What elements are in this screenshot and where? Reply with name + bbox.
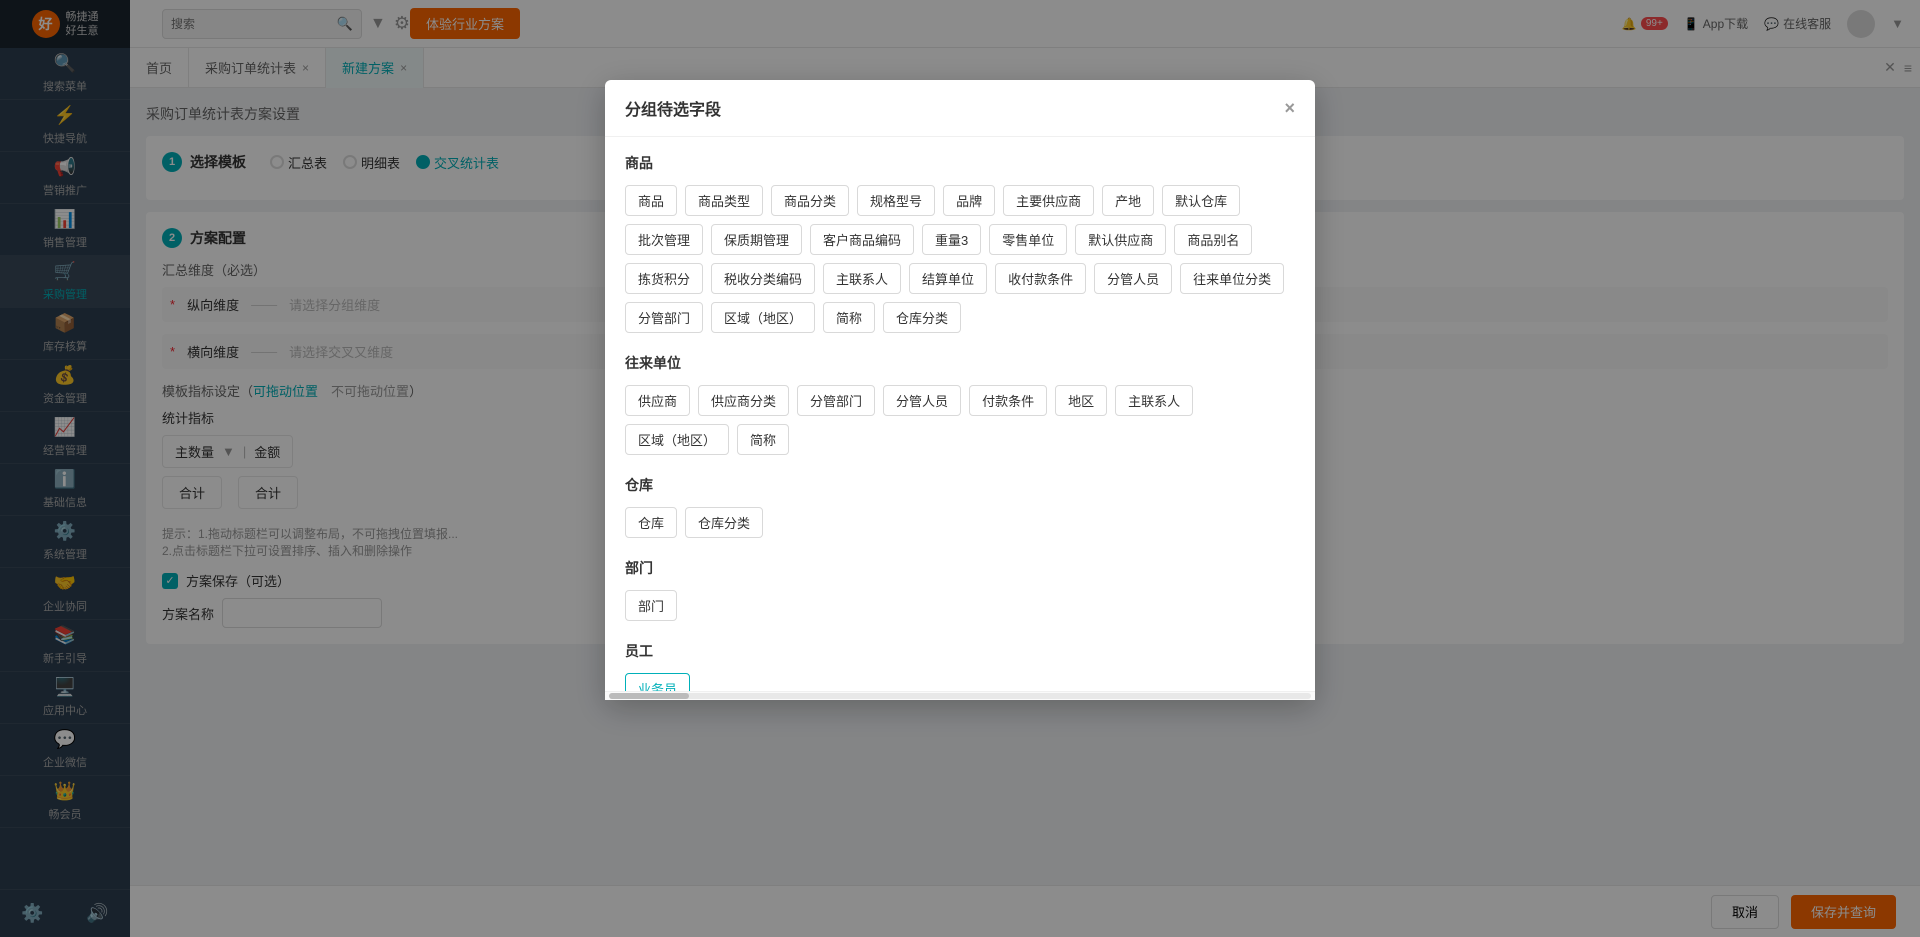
field-tag[interactable]: 简称 bbox=[823, 302, 875, 333]
field-tag[interactable]: 部门 bbox=[625, 590, 677, 621]
field-tag[interactable]: 供应商 bbox=[625, 385, 690, 416]
section-product-title: 商品 bbox=[625, 153, 1295, 173]
field-tag[interactable]: 重量3 bbox=[922, 224, 981, 255]
modal-close-icon[interactable]: × bbox=[1284, 98, 1295, 119]
department-field-grid: 部门 bbox=[625, 590, 1295, 621]
section-staff-title: 员工 bbox=[625, 641, 1295, 661]
field-tag[interactable]: 保质期管理 bbox=[711, 224, 802, 255]
section-department-title: 部门 bbox=[625, 558, 1295, 578]
field-tag[interactable]: 商品分类 bbox=[771, 185, 849, 216]
section-product: 商品 商品 商品类型 商品分类 规格型号 品牌 主要供应商 产地 默认仓库 批次… bbox=[625, 153, 1295, 333]
section-partner-title: 往来单位 bbox=[625, 353, 1295, 373]
field-tag[interactable]: 产地 bbox=[1102, 185, 1154, 216]
scrollbar-thumb[interactable] bbox=[609, 693, 689, 699]
field-tag[interactable]: 税收分类编码 bbox=[711, 263, 815, 294]
field-tag[interactable]: 商品 bbox=[625, 185, 677, 216]
field-tag[interactable]: 分管人员 bbox=[883, 385, 961, 416]
product-field-grid: 商品 商品类型 商品分类 规格型号 品牌 主要供应商 产地 默认仓库 批次管理 … bbox=[625, 185, 1295, 333]
field-tag[interactable]: 分管部门 bbox=[797, 385, 875, 416]
field-tag[interactable]: 商品别名 bbox=[1174, 224, 1252, 255]
modal-body[interactable]: 商品 商品 商品类型 商品分类 规格型号 品牌 主要供应商 产地 默认仓库 批次… bbox=[605, 137, 1315, 691]
field-tag[interactable]: 默认供应商 bbox=[1075, 224, 1166, 255]
modal-header: 分组待选字段 × bbox=[605, 80, 1315, 137]
section-staff: 员工 业务员 bbox=[625, 641, 1295, 691]
field-tag[interactable]: 品牌 bbox=[943, 185, 995, 216]
field-tag[interactable]: 主要供应商 bbox=[1003, 185, 1094, 216]
section-partner: 往来单位 供应商 供应商分类 分管部门 分管人员 付款条件 地区 主联系人 区域… bbox=[625, 353, 1295, 455]
modal-dialog: 分组待选字段 × 商品 商品 商品类型 商品分类 规格型号 品牌 主要供应商 产… bbox=[605, 80, 1315, 700]
field-tag[interactable]: 仓库分类 bbox=[685, 507, 763, 538]
warehouse-field-grid: 仓库 仓库分类 bbox=[625, 507, 1295, 538]
field-tag[interactable]: 分管人员 bbox=[1094, 263, 1172, 294]
field-tag[interactable]: 区域（地区） bbox=[625, 424, 729, 455]
modal-bottom-scrollbar[interactable] bbox=[605, 691, 1315, 700]
partner-field-grid: 供应商 供应商分类 分管部门 分管人员 付款条件 地区 主联系人 区域（地区） … bbox=[625, 385, 1295, 455]
field-tag[interactable]: 拣货积分 bbox=[625, 263, 703, 294]
field-tag-staff[interactable]: 业务员 bbox=[625, 673, 690, 691]
modal-title: 分组待选字段 bbox=[625, 96, 721, 120]
field-tag[interactable]: 仓库 bbox=[625, 507, 677, 538]
field-tag[interactable]: 往来单位分类 bbox=[1180, 263, 1284, 294]
field-tag[interactable]: 默认仓库 bbox=[1162, 185, 1240, 216]
field-tag[interactable]: 客户商品编码 bbox=[810, 224, 914, 255]
field-tag[interactable]: 地区 bbox=[1055, 385, 1107, 416]
section-warehouse: 仓库 仓库 仓库分类 bbox=[625, 475, 1295, 538]
field-tag[interactable]: 零售单位 bbox=[989, 224, 1067, 255]
field-tag[interactable]: 分管部门 bbox=[625, 302, 703, 333]
field-tag[interactable]: 供应商分类 bbox=[698, 385, 789, 416]
modal-overlay: 分组待选字段 × 商品 商品 商品类型 商品分类 规格型号 品牌 主要供应商 产… bbox=[0, 0, 1920, 937]
field-tag[interactable]: 主联系人 bbox=[823, 263, 901, 294]
section-department: 部门 部门 bbox=[625, 558, 1295, 621]
field-tag[interactable]: 简称 bbox=[737, 424, 789, 455]
scrollbar-track[interactable] bbox=[609, 693, 1311, 699]
field-tag[interactable]: 区域（地区） bbox=[711, 302, 815, 333]
field-tag[interactable]: 批次管理 bbox=[625, 224, 703, 255]
field-tag[interactable]: 结算单位 bbox=[909, 263, 987, 294]
field-tag[interactable]: 收付款条件 bbox=[995, 263, 1086, 294]
field-tag[interactable]: 付款条件 bbox=[969, 385, 1047, 416]
field-tag[interactable]: 仓库分类 bbox=[883, 302, 961, 333]
section-warehouse-title: 仓库 bbox=[625, 475, 1295, 495]
field-tag[interactable]: 规格型号 bbox=[857, 185, 935, 216]
staff-field-grid: 业务员 bbox=[625, 673, 1295, 691]
field-tag[interactable]: 商品类型 bbox=[685, 185, 763, 216]
field-tag[interactable]: 主联系人 bbox=[1115, 385, 1193, 416]
